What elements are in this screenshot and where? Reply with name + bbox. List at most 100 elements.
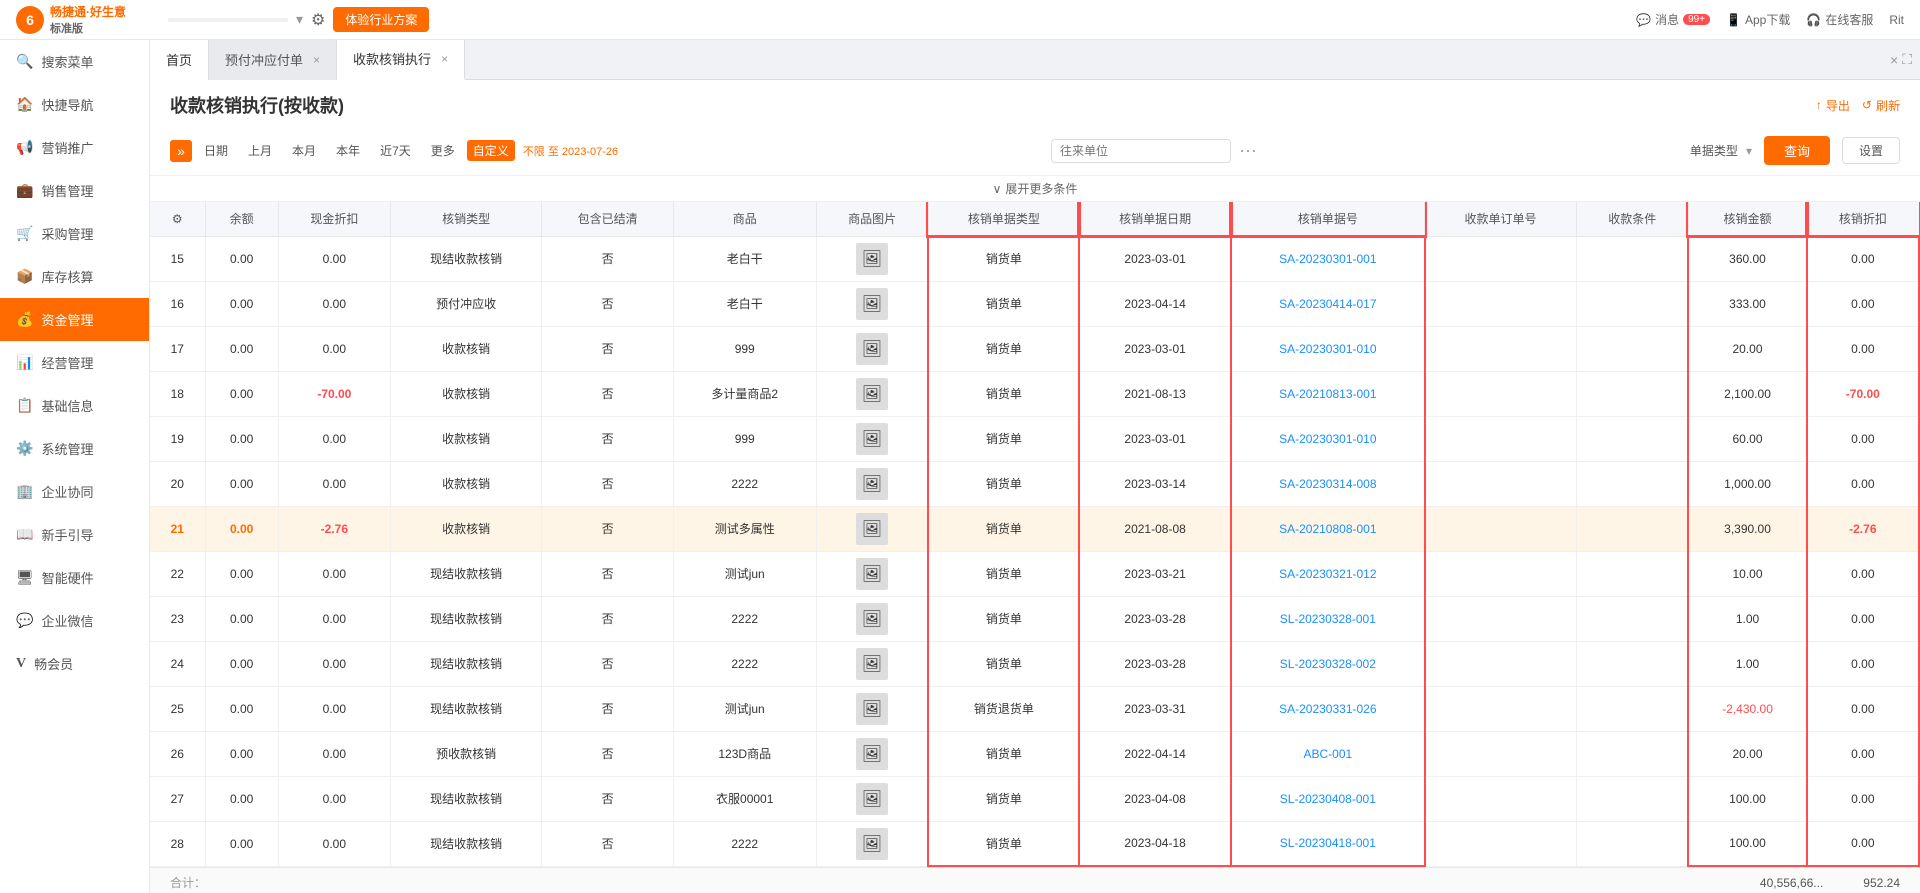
sidebar-item-system[interactable]: ⚙️ 系统管理 xyxy=(0,427,149,470)
sidebar-item-guide[interactable]: 📖 新手引导 xyxy=(0,513,149,556)
sidebar-item-marketing[interactable]: 📢 营销推广 xyxy=(0,126,149,169)
cell-collect-condition xyxy=(1576,731,1688,776)
cell-cancel-single-no[interactable]: SL-20230328-002 xyxy=(1231,641,1425,686)
tab-expand-icon[interactable]: ⛶ xyxy=(1902,51,1912,68)
cell-cancel-amount: 360.00 xyxy=(1688,236,1806,281)
cancel-single-no-link[interactable]: SA-20210813-001 xyxy=(1279,387,1376,401)
table-row: 26 0.00 0.00 预收款核销 否 123D商品 🖼 销货单 2022-0… xyxy=(150,731,1919,776)
cell-include-settled: 否 xyxy=(542,281,674,326)
online-service-label: 在线客服 xyxy=(1825,11,1873,28)
cell-cancel-single-type: 销货单 xyxy=(928,641,1079,686)
cell-collect-condition xyxy=(1576,596,1688,641)
cell-cancel-single-no[interactable]: SA-20210808-001 xyxy=(1231,506,1425,551)
dropdown-icon[interactable]: ▾ xyxy=(296,11,303,28)
expand-more-bar[interactable]: ∨ 展开更多条件 xyxy=(150,176,1920,202)
tab-close-all-icon[interactable]: × xyxy=(1890,52,1898,68)
tab-prepay[interactable]: 预付冲应付单 × xyxy=(209,40,337,80)
cancel-single-no-link[interactable]: SL-20230408-001 xyxy=(1280,792,1376,806)
sidebar-item-finance[interactable]: 💰 资金管理 xyxy=(0,298,149,341)
cell-cancel-single-no[interactable]: SA-20210813-001 xyxy=(1231,371,1425,416)
cell-include-settled: 否 xyxy=(542,821,674,866)
expand-button[interactable]: » xyxy=(170,140,192,162)
cell-cancel-single-date: 2021-08-13 xyxy=(1079,371,1230,416)
cancel-single-no-link[interactable]: SA-20230301-010 xyxy=(1279,342,1376,356)
cancel-single-no-link[interactable]: SA-20230321-012 xyxy=(1279,567,1376,581)
th-settings[interactable]: ⚙ xyxy=(150,202,205,236)
cell-cancel-single-no[interactable]: SA-20230314-008 xyxy=(1231,461,1425,506)
cancel-single-no-link[interactable]: SL-20230418-001 xyxy=(1280,836,1376,850)
sidebar-item-operations[interactable]: 📊 经营管理 xyxy=(0,341,149,384)
date-last-month[interactable]: 上月 xyxy=(240,140,280,161)
cell-collect-condition xyxy=(1576,821,1688,866)
cell-include-settled: 否 xyxy=(542,326,674,371)
cancel-single-no-link[interactable]: ABC-001 xyxy=(1303,747,1352,761)
cell-cancel-single-no[interactable]: SA-20230331-026 xyxy=(1231,686,1425,731)
sidebar-item-sales[interactable]: 💼 销售管理 xyxy=(0,169,149,212)
from-unit-input[interactable] xyxy=(1051,139,1231,163)
cancel-single-no-link[interactable]: SA-20230331-026 xyxy=(1279,702,1376,716)
table-row: 15 0.00 0.00 现结收款核销 否 老白干 🖼 销货单 2023-03-… xyxy=(150,236,1919,281)
tab-collection[interactable]: 收款核销执行 × xyxy=(337,40,465,80)
cell-cancel-single-no[interactable]: ABC-001 xyxy=(1231,731,1425,776)
tab-home[interactable]: 首页 xyxy=(150,40,209,80)
online-service-area[interactable]: 🎧 在线客服 xyxy=(1806,11,1873,28)
date-this-year[interactable]: 本年 xyxy=(328,140,368,161)
date-more[interactable]: 更多 xyxy=(423,140,463,161)
cancel-single-no-link[interactable]: SL-20230328-002 xyxy=(1280,657,1376,671)
sidebar-item-search[interactable]: 🔍 搜索菜单 xyxy=(0,40,149,83)
tab-bar-actions: × ⛶ xyxy=(1890,51,1920,68)
cell-cancel-single-date: 2023-03-01 xyxy=(1079,326,1230,371)
cancel-single-no-link[interactable]: SA-20230301-001 xyxy=(1279,252,1376,266)
cell-cancel-amount: 20.00 xyxy=(1688,326,1806,371)
sidebar-item-base-info[interactable]: 📋 基础信息 xyxy=(0,384,149,427)
cancel-single-no-link[interactable]: SA-20230301-010 xyxy=(1279,432,1376,446)
export-button[interactable]: ↑ 导出 xyxy=(1816,97,1850,114)
sidebar-item-quick-nav[interactable]: 🏠 快捷导航 xyxy=(0,83,149,126)
brand-name: 畅捷通·好生意 xyxy=(50,3,126,20)
cell-goods: 测试多属性 xyxy=(673,506,816,551)
from-unit-dots[interactable]: ··· xyxy=(1239,140,1257,161)
cell-cancel-single-no[interactable]: SL-20230408-001 xyxy=(1231,776,1425,821)
tab-collection-close[interactable]: × xyxy=(441,52,448,66)
refresh-button[interactable]: ↺ 刷新 xyxy=(1862,97,1900,114)
date-this-month[interactable]: 本月 xyxy=(284,140,324,161)
app-download-area[interactable]: 📱 App下载 xyxy=(1726,11,1790,28)
cell-include-settled: 否 xyxy=(542,416,674,461)
cell-cancel-single-no[interactable]: SA-20230301-010 xyxy=(1231,416,1425,461)
sidebar-item-wechat[interactable]: 💬 企业微信 xyxy=(0,599,149,642)
cell-cancel-single-no[interactable]: SA-20230301-001 xyxy=(1231,236,1425,281)
tab-prepay-close[interactable]: × xyxy=(313,53,320,67)
cell-cancel-single-date: 2023-03-01 xyxy=(1079,236,1230,281)
cell-goods: 老白干 xyxy=(673,236,816,281)
cell-cancel-single-type: 销货单 xyxy=(928,416,1079,461)
cell-cancel-single-no[interactable]: SA-20230321-012 xyxy=(1231,551,1425,596)
cell-balance: 0.00 xyxy=(205,821,278,866)
cell-cancel-single-no[interactable]: SL-20230328-001 xyxy=(1231,596,1425,641)
sidebar-item-purchase[interactable]: 🛒 采购管理 xyxy=(0,212,149,255)
settings-button[interactable]: 设置 xyxy=(1842,137,1900,164)
table-footer: 合计： 40,556,66... 952.24 xyxy=(150,867,1920,893)
user-avatar[interactable]: Rit xyxy=(1889,13,1904,27)
date-custom[interactable]: 自定义 xyxy=(467,140,515,161)
sidebar-item-smart-hw[interactable]: 🖥 智能硬件 xyxy=(0,556,149,599)
messages-area[interactable]: 💬 消息 99+ xyxy=(1636,11,1710,28)
cell-cancel-single-no[interactable]: SA-20230414-017 xyxy=(1231,281,1425,326)
sidebar-item-inventory[interactable]: 📦 库存核算 xyxy=(0,255,149,298)
cell-balance: 0.00 xyxy=(205,326,278,371)
gear-icon[interactable]: ⚙ xyxy=(311,10,325,30)
cancel-single-no-link[interactable]: SA-20210808-001 xyxy=(1279,522,1376,536)
cell-cancel-single-no[interactable]: SA-20230301-010 xyxy=(1231,326,1425,371)
sidebar-item-enterprise[interactable]: 🏢 企业协同 xyxy=(0,470,149,513)
date-7days[interactable]: 近7天 xyxy=(372,140,419,161)
sidebar-item-member[interactable]: V 畅会员 xyxy=(0,642,149,685)
cancel-single-no-link[interactable]: SA-20230314-008 xyxy=(1279,477,1376,491)
cell-cancel-single-no[interactable]: SL-20230418-001 xyxy=(1231,821,1425,866)
cell-balance: 0.00 xyxy=(205,641,278,686)
cell-include-settled: 否 xyxy=(542,596,674,641)
cancel-single-no-link[interactable]: SA-20230414-017 xyxy=(1279,297,1376,311)
industry-solution-button[interactable]: 体验行业方案 xyxy=(333,7,429,32)
query-button[interactable]: 查询 xyxy=(1764,136,1830,165)
user-display xyxy=(168,18,288,22)
chart-icon: 📊 xyxy=(16,354,33,371)
cancel-single-no-link[interactable]: SL-20230328-001 xyxy=(1280,612,1376,626)
